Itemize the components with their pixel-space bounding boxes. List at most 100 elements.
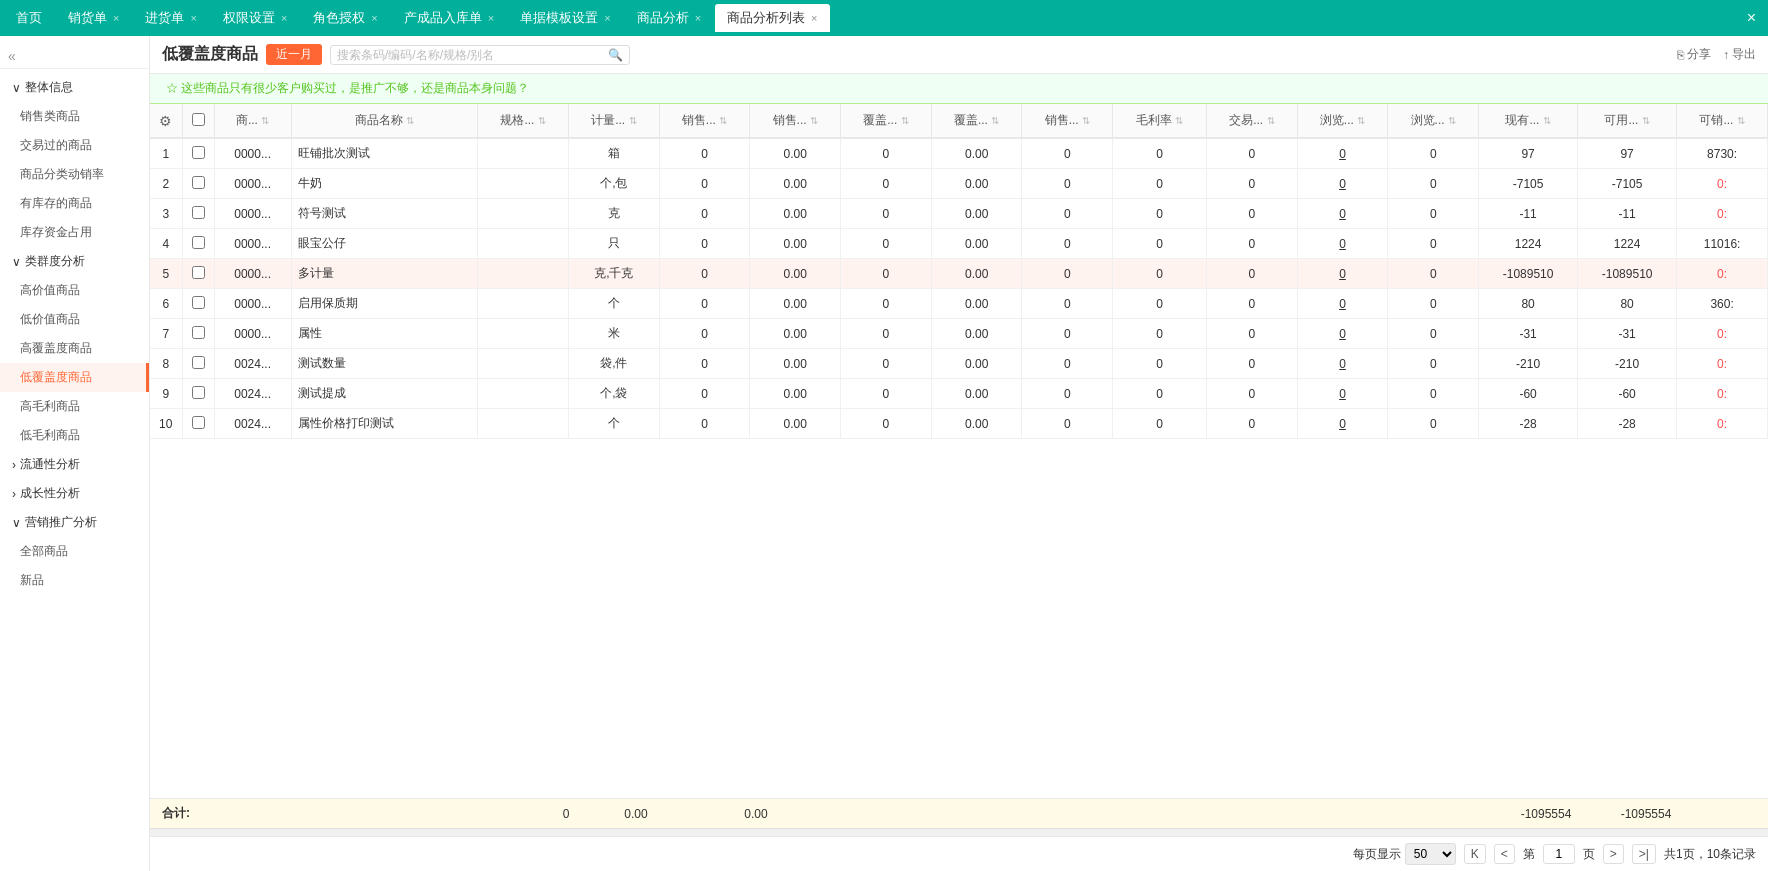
nav-tab-purchase[interactable]: 进货单 × — [133, 4, 208, 32]
row-view1[interactable]: 0 — [1297, 379, 1388, 409]
sidebar-item-sales-goods[interactable]: 销售类商品 — [0, 102, 149, 131]
row-view1[interactable]: 0 — [1297, 229, 1388, 259]
row-checkbox[interactable] — [182, 289, 214, 319]
sidebar-item-new-goods[interactable]: 新品 — [0, 566, 149, 595]
row-view1[interactable]: 0 — [1297, 138, 1388, 169]
horizontal-scrollbar[interactable] — [150, 828, 1768, 836]
nav-tab-analysis-list[interactable]: 商品分析列表 × — [715, 4, 829, 32]
col-current-qty[interactable]: 现有... ⇅ — [1479, 104, 1578, 138]
nav-tab-purchase-close[interactable]: × — [190, 12, 196, 24]
row-checkbox[interactable] — [182, 138, 214, 169]
row-checkbox[interactable] — [182, 169, 214, 199]
last-page-button[interactable]: >| — [1632, 844, 1656, 864]
sidebar-item-all-goods[interactable]: 全部商品 — [0, 537, 149, 566]
nav-tab-home[interactable]: 首页 — [4, 4, 54, 32]
first-page-button[interactable]: K — [1464, 844, 1486, 864]
sidebar-item-low-value[interactable]: 低价值商品 — [0, 305, 149, 334]
nav-tab-perm[interactable]: 权限设置 × — [211, 4, 299, 32]
col-sales-qty[interactable]: 销售... ⇅ — [659, 104, 750, 138]
sidebar-section-growth[interactable]: › 成长性分析 — [0, 479, 149, 508]
next-page-button[interactable]: > — [1603, 844, 1624, 864]
prev-page-button[interactable]: < — [1494, 844, 1515, 864]
sidebar-item-stock-goods[interactable]: 有库存的商品 — [0, 189, 149, 218]
nav-tab-role-close[interactable]: × — [371, 12, 377, 24]
search-icon[interactable]: 🔍 — [608, 48, 623, 62]
row-checkbox[interactable] — [182, 319, 214, 349]
search-box: 🔍 — [330, 45, 630, 65]
sidebar-section-marketing[interactable]: ∨ 营销推广分析 — [0, 508, 149, 537]
sidebar-section-overall[interactable]: ∨ 整体信息 — [0, 73, 149, 102]
col-checkbox[interactable] — [182, 104, 214, 138]
col-view2[interactable]: 浏览... ⇅ — [1388, 104, 1479, 138]
nav-tab-analysis[interactable]: 商品分析 × — [625, 4, 713, 32]
sidebar-item-high-coverage[interactable]: 高覆盖度商品 — [0, 334, 149, 363]
row-checkbox[interactable] — [182, 409, 214, 439]
row-spec — [478, 319, 569, 349]
sidebar-item-capital[interactable]: 库存资金占用 — [0, 218, 149, 247]
sidebar-section-flow[interactable]: › 流通性分析 — [0, 450, 149, 479]
row-checkbox[interactable] — [182, 379, 214, 409]
col-profit-rate[interactable]: 毛利率 ⇅ — [1113, 104, 1207, 138]
col-spec[interactable]: 规格... ⇅ — [478, 104, 569, 138]
table-row: 50000...多计量克,千克00.0000.0000000-1089510-1… — [150, 259, 1768, 289]
col-sellable[interactable]: 可销... ⇅ — [1677, 104, 1768, 138]
sidebar-toggle-button[interactable]: « — [8, 48, 16, 64]
col-sales-amount[interactable]: 销售... ⇅ — [750, 104, 841, 138]
col-cover2[interactable]: 覆盖... ⇅ — [931, 104, 1022, 138]
current-page-input[interactable] — [1543, 844, 1575, 864]
row-cover2: 0.00 — [931, 199, 1022, 229]
col-sales3[interactable]: 销售... ⇅ — [1022, 104, 1113, 138]
row-view1[interactable]: 0 — [1297, 169, 1388, 199]
row-checkbox[interactable] — [182, 259, 214, 289]
export-button[interactable]: ↑ 导出 — [1723, 46, 1756, 63]
sidebar-item-traded-goods[interactable]: 交易过的商品 — [0, 131, 149, 160]
row-view1[interactable]: 0 — [1297, 409, 1388, 439]
row-cover2: 0.00 — [931, 409, 1022, 439]
nav-tab-role[interactable]: 角色授权 × — [301, 4, 389, 32]
row-checkbox[interactable] — [182, 349, 214, 379]
select-all-checkbox[interactable] — [192, 113, 205, 126]
row-view1[interactable]: 0 — [1297, 319, 1388, 349]
nav-tab-inventory-close[interactable]: × — [488, 12, 494, 24]
row-view1[interactable]: 0 — [1297, 349, 1388, 379]
row-checkbox[interactable] — [182, 199, 214, 229]
col-code[interactable]: 商... ⇅ — [214, 104, 291, 138]
period-button[interactable]: 近一月 — [266, 44, 322, 65]
col-view1[interactable]: 浏览... ⇅ — [1297, 104, 1388, 138]
per-page-select[interactable]: 20 50 100 — [1405, 843, 1456, 865]
nav-tab-analysis-list-close[interactable]: × — [811, 12, 817, 24]
sidebar-item-high-profit[interactable]: 高毛利商品 — [0, 392, 149, 421]
sidebar-section-cluster[interactable]: ∨ 类群度分析 — [0, 247, 149, 276]
row-code: 0000... — [214, 259, 291, 289]
col-trade[interactable]: 交易... ⇅ — [1206, 104, 1297, 138]
col-name[interactable]: 商品名称 ⇅ — [291, 104, 478, 138]
nav-tab-inventory[interactable]: 产成品入库单 × — [392, 4, 506, 32]
sidebar-item-low-profit[interactable]: 低毛利商品 — [0, 421, 149, 450]
row-view2: 0 — [1388, 289, 1479, 319]
sidebar-item-low-coverage[interactable]: 低覆盖度商品 — [0, 363, 149, 392]
col-gear[interactable]: ⚙ — [150, 104, 182, 138]
sidebar-item-category-rate[interactable]: 商品分类动销率 — [0, 160, 149, 189]
row-view1[interactable]: 0 — [1297, 289, 1388, 319]
row-view1[interactable]: 0 — [1297, 199, 1388, 229]
nav-tab-sales-close[interactable]: × — [113, 12, 119, 24]
nav-tab-sales[interactable]: 销货单 × — [56, 4, 131, 32]
sidebar: « ∨ 整体信息 销售类商品 交易过的商品 商品分类动销率 有库存的商品 库存资… — [0, 36, 150, 871]
gear-icon[interactable]: ⚙ — [159, 113, 172, 129]
col-cover1[interactable]: 覆盖... ⇅ — [841, 104, 932, 138]
sidebar-section-flow-label: 流通性分析 — [20, 456, 80, 473]
row-view1[interactable]: 0 — [1297, 259, 1388, 289]
nav-tab-template-close[interactable]: × — [604, 12, 610, 24]
nav-tab-template[interactable]: 单据模板设置 × — [508, 4, 622, 32]
nav-tab-perm-close[interactable]: × — [281, 12, 287, 24]
share-button[interactable]: ⎘ 分享 — [1677, 46, 1711, 63]
nav-tab-analysis-close[interactable]: × — [695, 12, 701, 24]
search-input[interactable] — [337, 48, 604, 62]
nav-close-all-button[interactable]: × — [1739, 9, 1764, 27]
row-available-qty: -60 — [1578, 379, 1677, 409]
row-checkbox[interactable] — [182, 229, 214, 259]
row-cover1: 0 — [841, 199, 932, 229]
col-unit[interactable]: 计量... ⇅ — [568, 104, 659, 138]
col-available-qty[interactable]: 可用... ⇅ — [1578, 104, 1677, 138]
sidebar-item-high-value[interactable]: 高价值商品 — [0, 276, 149, 305]
